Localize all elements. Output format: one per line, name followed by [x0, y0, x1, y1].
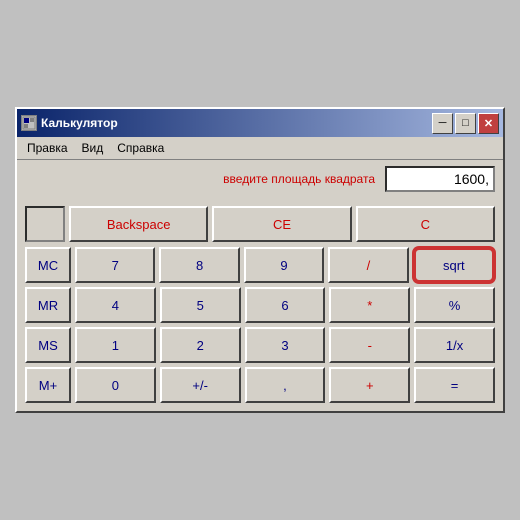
memory-display: [25, 206, 65, 242]
display-hint: введите площадь квадрата: [25, 172, 381, 186]
btn-3[interactable]: 3: [245, 327, 326, 363]
btn-0[interactable]: 0: [75, 367, 156, 403]
window-icon: [21, 115, 37, 131]
btn-6[interactable]: 6: [245, 287, 326, 323]
display-input[interactable]: [385, 166, 495, 192]
negate-button[interactable]: +/-: [160, 367, 241, 403]
close-button[interactable]: ✕: [478, 113, 499, 134]
c-button[interactable]: C: [356, 206, 495, 242]
mr-button[interactable]: MR: [25, 287, 71, 323]
btn-7[interactable]: 7: [75, 247, 155, 283]
multiply-button[interactable]: *: [329, 287, 410, 323]
divide-button[interactable]: /: [328, 247, 408, 283]
menu-bar: Правка Вид Справка: [17, 137, 503, 160]
btn-1[interactable]: 1: [75, 327, 156, 363]
title-bar: Калькулятор ─ □ ✕: [17, 109, 503, 137]
minimize-button[interactable]: ─: [432, 113, 453, 134]
menu-item-help[interactable]: Справка: [111, 139, 170, 157]
btn-5[interactable]: 5: [160, 287, 241, 323]
ce-button[interactable]: CE: [212, 206, 351, 242]
sqrt-button[interactable]: sqrt: [413, 247, 495, 283]
subtract-button[interactable]: -: [329, 327, 410, 363]
display-row: введите площадь квадрата: [17, 160, 503, 198]
top-button-row: Backspace CE C: [25, 206, 495, 242]
btn-8[interactable]: 8: [159, 247, 239, 283]
title-text: Калькулятор: [41, 116, 428, 130]
backspace-button[interactable]: Backspace: [69, 206, 208, 242]
button-row-4: M+ 0 +/- , + =: [25, 367, 495, 403]
calculator-window: Калькулятор ─ □ ✕ Правка Вид Справка вве…: [15, 107, 505, 413]
button-row-2: MR 4 5 6 * %: [25, 287, 495, 323]
maximize-button[interactable]: □: [455, 113, 476, 134]
btn-9[interactable]: 9: [244, 247, 324, 283]
add-button[interactable]: +: [329, 367, 410, 403]
mplus-button[interactable]: M+: [25, 367, 71, 403]
decimal-button[interactable]: ,: [245, 367, 326, 403]
calc-body: Backspace CE C MC 7 8 9 / sqrt MR 4 5 6 …: [17, 198, 503, 411]
button-grid: MC 7 8 9 / sqrt MR 4 5 6 * % MS 1 2: [25, 247, 495, 403]
menu-item-view[interactable]: Вид: [76, 139, 110, 157]
window-controls: ─ □ ✕: [432, 113, 499, 134]
reciprocal-button[interactable]: 1/x: [414, 327, 495, 363]
equals-button[interactable]: =: [414, 367, 495, 403]
btn-2[interactable]: 2: [160, 327, 241, 363]
btn-4[interactable]: 4: [75, 287, 156, 323]
button-row-3: MS 1 2 3 - 1/x: [25, 327, 495, 363]
percent-button[interactable]: %: [414, 287, 495, 323]
menu-item-edit[interactable]: Правка: [21, 139, 74, 157]
button-row-1: MC 7 8 9 / sqrt: [25, 247, 495, 283]
mc-button[interactable]: MC: [25, 247, 71, 283]
ms-button[interactable]: MS: [25, 327, 71, 363]
